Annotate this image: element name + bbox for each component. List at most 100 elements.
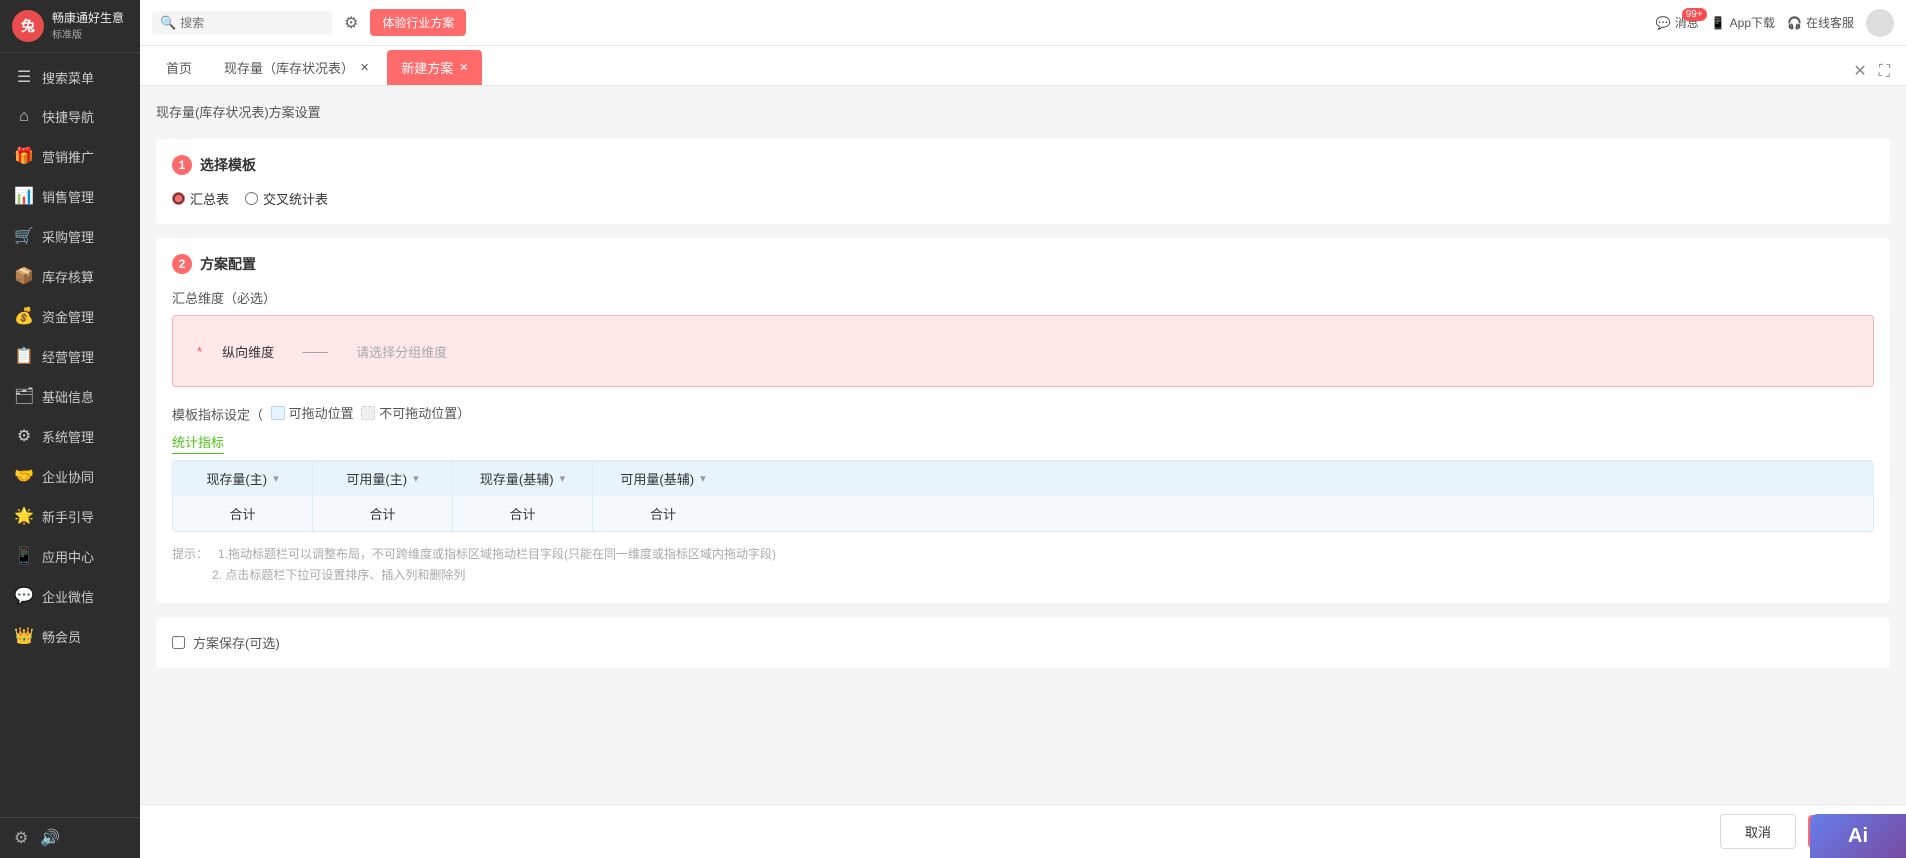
- marketing-icon: 🎁: [14, 146, 34, 166]
- sidebar-label-inventory: 库存核算: [42, 267, 94, 286]
- radio-cross-input[interactable]: [245, 192, 258, 205]
- app-subtitle: 标准版: [52, 26, 124, 41]
- draggable-legend: 可拖动位置: [271, 403, 354, 422]
- sidebar: 兔 畅康通好生意 标准版 ☰ 搜索菜单 ⌂ 快捷导航 🎁 营销推广 📊 销售管理…: [0, 0, 140, 858]
- topbar-right: 💬 消息 99+ 📱 App下载 🎧 在线客服: [1656, 9, 1894, 37]
- search-menu-icon: ☰: [14, 67, 34, 87]
- sidebar-item-operations[interactable]: 📋 经营管理: [0, 336, 140, 376]
- sidebar-label-purchase: 采购管理: [42, 227, 94, 246]
- dim-dash: ——: [302, 344, 328, 359]
- sidebar-item-system[interactable]: ⚙ 系统管理: [0, 416, 140, 456]
- wechat-icon: 💬: [14, 586, 34, 606]
- sidebar-item-enterprise[interactable]: 🤝 企业协同: [0, 456, 140, 496]
- search-input[interactable]: [180, 16, 300, 30]
- col-dropdown-0[interactable]: ▾: [273, 472, 279, 485]
- app-download-btn[interactable]: 📱 App下载: [1711, 14, 1775, 31]
- save-scheme-row[interactable]: 方案保存(可选): [172, 633, 1874, 652]
- sidebar-label-system: 系统管理: [42, 427, 94, 446]
- app-logo: 兔 畅康通好生意 标准版: [0, 0, 140, 53]
- message-badge: 99+: [1682, 8, 1707, 21]
- sidebar-item-app-center[interactable]: 📱 应用中心: [0, 536, 140, 576]
- tab-new-scheme-close[interactable]: ✕: [459, 61, 468, 74]
- save-scheme-checkbox[interactable]: [172, 636, 185, 649]
- footer-bar: 取消 查询: [140, 804, 1906, 858]
- sound-footer-icon[interactable]: 🔊: [40, 828, 60, 848]
- search-icon: 🔍: [160, 15, 176, 31]
- save-scheme-label: 方案保存(可选): [193, 633, 280, 652]
- sidebar-item-newbie[interactable]: 🌟 新手引导: [0, 496, 140, 536]
- settings-footer-icon[interactable]: ⚙: [14, 828, 28, 848]
- step2-header: 2 方案配置: [172, 254, 1874, 274]
- tab-home[interactable]: 首页: [152, 50, 206, 85]
- user-avatar[interactable]: [1866, 9, 1894, 37]
- sidebar-item-quick-nav[interactable]: ⌂ 快捷导航: [0, 97, 140, 136]
- sidebar-item-wechat[interactable]: 💬 企业微信: [0, 576, 140, 616]
- dim-placeholder[interactable]: 请选择分组维度: [356, 342, 447, 361]
- sidebar-item-member[interactable]: 👑 畅会员: [0, 616, 140, 656]
- stats-table-header: 现存量(主) ▾ 可用量(主) ▾ 现存量(基辅) ▾: [173, 461, 1873, 496]
- sidebar-label-app-center: 应用中心: [42, 547, 94, 566]
- member-icon: 👑: [14, 626, 34, 646]
- sidebar-nav: ☰ 搜索菜单 ⌂ 快捷导航 🎁 营销推广 📊 销售管理 🛒 采购管理 📦 库存核…: [0, 53, 140, 817]
- message-btn[interactable]: 💬 消息 99+: [1656, 14, 1699, 31]
- basic-info-icon: 🗂: [14, 386, 34, 406]
- tab-bar: 首页 现存量（库存状况表） ✕ 新建方案 ✕ ✕ ⛶: [140, 46, 1906, 86]
- template-radio-group: 汇总表 交叉统计表: [172, 189, 1874, 208]
- search-box[interactable]: 🔍: [152, 11, 332, 35]
- draggable-box: [271, 406, 285, 420]
- radio-cross[interactable]: 交叉统计表: [245, 189, 328, 208]
- online-service-btn[interactable]: 🎧 在线客服: [1787, 14, 1854, 31]
- sidebar-label-member: 畅会员: [42, 627, 81, 646]
- system-icon: ⚙: [14, 426, 34, 446]
- sidebar-label-sales: 销售管理: [42, 187, 94, 206]
- sidebar-item-finance[interactable]: 💰 资金管理: [0, 296, 140, 336]
- trial-btn[interactable]: 体验行业方案: [370, 9, 466, 36]
- sidebar-label-quick-nav: 快捷导航: [42, 107, 94, 126]
- vertical-dim-name: 纵向维度: [222, 342, 274, 361]
- step2-title: 方案配置: [200, 254, 256, 274]
- gear-icon[interactable]: ⚙: [340, 9, 362, 37]
- stats-section: 统计指标 现存量(主) ▾ 可用量(主) ▾: [172, 432, 1874, 532]
- step1-badge: 1: [172, 155, 192, 175]
- sidebar-label-marketing: 营销推广: [42, 147, 94, 166]
- sidebar-item-search-menu[interactable]: ☰ 搜索菜单: [0, 57, 140, 97]
- main-content: 现存量(库存状况表)方案设置 1 选择模板 汇总表 交叉统计表: [140, 86, 1906, 804]
- col-dropdown-3[interactable]: ▾: [700, 472, 706, 485]
- sales-icon: 📊: [14, 186, 34, 206]
- radio-summary-input[interactable]: [172, 192, 185, 205]
- sidebar-item-purchase[interactable]: 🛒 采购管理: [0, 216, 140, 256]
- radio-summary[interactable]: 汇总表: [172, 189, 229, 208]
- finance-icon: 💰: [14, 306, 34, 326]
- cancel-button[interactable]: 取消: [1720, 814, 1796, 849]
- sidebar-item-basic-info[interactable]: 🗂 基础信息: [0, 376, 140, 416]
- stats-section-label: 统计指标: [172, 432, 224, 454]
- tab-inventory-status[interactable]: 现存量（库存状况表） ✕: [210, 50, 383, 85]
- col-body-2: 合计: [453, 496, 593, 531]
- quick-nav-icon: ⌂: [14, 108, 34, 126]
- radio-cross-label: 交叉统计表: [263, 189, 328, 208]
- sidebar-item-marketing[interactable]: 🎁 营销推广: [0, 136, 140, 176]
- col-body-1: 合计: [313, 496, 453, 531]
- sidebar-label-enterprise: 企业协同: [42, 467, 94, 486]
- required-star: *: [197, 344, 202, 359]
- tab-inventory-close[interactable]: ✕: [360, 61, 369, 74]
- ai-badge[interactable]: Ai: [1810, 814, 1906, 858]
- tab-new-scheme[interactable]: 新建方案 ✕: [387, 50, 482, 85]
- tips-section: 提示： 1.拖动标题栏可以调整布局，不可跨维度或指标区域拖动栏目字段(只能在同一…: [172, 544, 1874, 587]
- expand-icon[interactable]: ⛶: [1875, 59, 1894, 85]
- operations-icon: 📋: [14, 346, 34, 366]
- logo-icon: 兔: [12, 10, 44, 42]
- enterprise-icon: 🤝: [14, 466, 34, 486]
- main-area: 🔍 ⚙ 体验行业方案 💬 消息 99+ 📱 App下载 🎧 在线客服: [140, 0, 1906, 858]
- sidebar-label-newbie: 新手引导: [42, 507, 94, 526]
- col-body-3: 合计: [593, 496, 733, 531]
- save-scheme-card: 方案保存(可选): [156, 617, 1890, 668]
- col-dropdown-2[interactable]: ▾: [560, 472, 566, 485]
- sidebar-item-sales[interactable]: 📊 销售管理: [0, 176, 140, 216]
- sidebar-item-inventory[interactable]: 📦 库存核算: [0, 256, 140, 296]
- close-panel-icon[interactable]: ✕: [1849, 57, 1870, 85]
- app-name: 畅康通好生意: [52, 11, 124, 27]
- col-dropdown-1[interactable]: ▾: [413, 472, 419, 485]
- newbie-icon: 🌟: [14, 506, 34, 526]
- page-title: 现存量(库存状况表)方案设置: [156, 102, 1890, 121]
